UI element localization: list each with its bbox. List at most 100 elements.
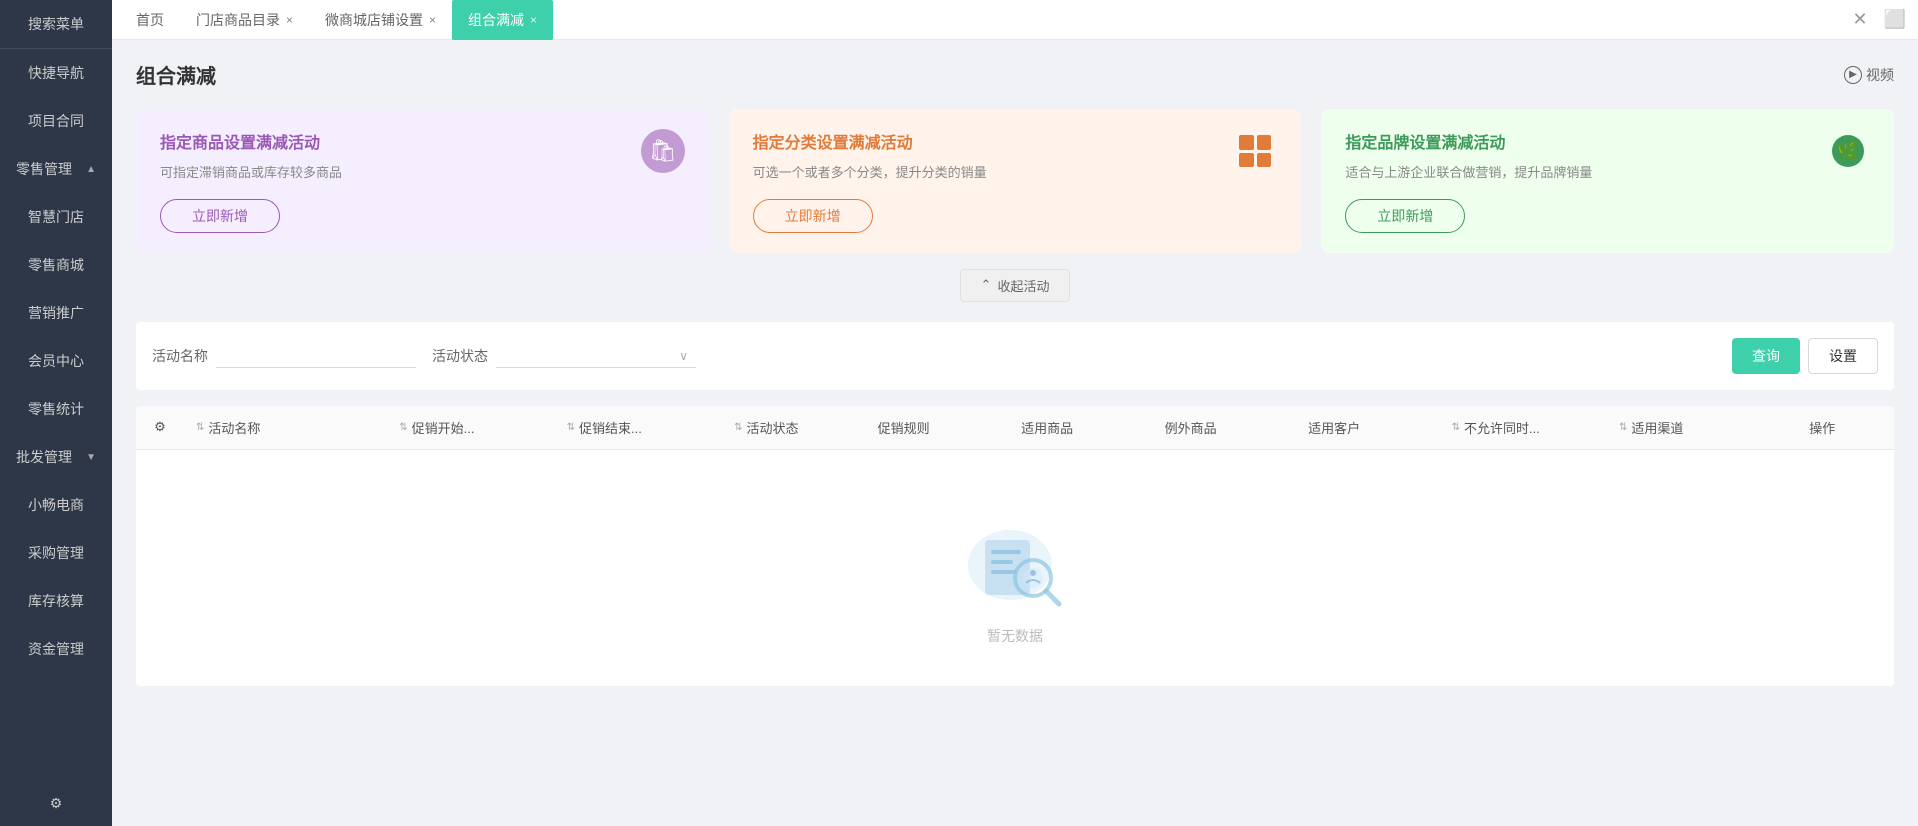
window-close-button[interactable]: ✕ [1848,9,1871,30]
th-label: 操作 [1809,418,1835,437]
tab-bar: 首页 门店商品目录 × 微商城店铺设置 × 组合满减 × ✕ ⬜ [112,0,1918,40]
sidebar-item-inventory[interactable]: 库存核算 [0,577,112,625]
leaf-icon: 🌿 [1832,135,1864,167]
gear-icon: ⚙ [154,419,166,435]
tab-close-icon[interactable]: × [530,0,537,40]
th-label: 适用客户 [1308,418,1360,437]
sidebar-item-marketing[interactable]: 营销推广 [0,289,112,337]
gear-icon: ⚙ [50,795,63,811]
content-area: 组合满减 ▶ 视频 🛍 指定商品设置满减活动 可指定滞销商品或库存较多商品 立即… [112,40,1918,826]
empty-state-icon [955,510,1075,610]
brand-card-icon: 🌿 [1826,129,1870,173]
video-label: 视频 [1866,65,1894,85]
sidebar-item-label: 会员中心 [28,351,84,371]
sidebar-item-label: 零售商城 [28,255,84,275]
th-promo-end[interactable]: ⇅ 促销结束... [555,418,722,437]
filter-name-input[interactable] [216,343,416,368]
category-card-add-button[interactable]: 立即新增 [753,199,873,233]
brand-card-title: 指定品牌设置满减活动 [1345,129,1870,153]
sidebar-item-project-contract[interactable]: 项目合同 [0,97,112,145]
tab-close-icon[interactable]: × [429,0,436,40]
tab-store-catalog[interactable]: 门店商品目录 × [180,0,309,40]
sidebar-item-label: 采购管理 [28,543,84,563]
product-promo-card: 🛍 指定商品设置满减活动 可指定滞销商品或库存较多商品 立即新增 [136,109,709,253]
query-button[interactable]: 查询 [1732,338,1800,374]
sidebar-search[interactable]: 搜索菜单 [0,0,112,49]
tab-label: 门店商品目录 [196,0,280,40]
chevron-up-icon: ▲ [86,164,96,175]
product-card-desc: 可指定滞销商品或库存较多商品 [160,163,685,183]
sidebar-item-xiaochang-ecom[interactable]: 小畅电商 [0,481,112,529]
filter-name-item: 活动名称 [152,343,416,368]
empty-state: 暂无数据 [136,450,1894,686]
page-title: 组合满减 [136,60,216,89]
sort-icon: ⇅ [734,422,742,433]
sidebar-settings[interactable]: ⚙ [0,781,112,826]
th-label: 不允许同时... [1464,418,1540,437]
sidebar-item-quick-nav[interactable]: 快捷导航 [0,49,112,97]
sidebar-item-label: 零售统计 [28,399,84,419]
category-promo-card: 指定分类设置满减活动 可选一个或者多个分类，提升分类的销量 立即新增 [729,109,1302,253]
category-card-desc: 可选一个或者多个分类，提升分类的销量 [753,163,1278,183]
th-actions: 操作 [1750,418,1894,437]
th-label: 促销开始... [412,418,475,437]
th-label: 例外商品 [1165,418,1217,437]
play-icon: ▶ [1844,66,1862,84]
th-customer: 适用客户 [1296,418,1440,437]
sidebar-item-finance-mgmt[interactable]: 资金管理 [0,625,112,673]
th-no-concurrent[interactable]: ⇅ 不允许同时... [1440,418,1607,437]
tab-wechat-store-settings[interactable]: 微商城店铺设置 × [309,0,452,40]
sidebar: 搜索菜单 快捷导航 项目合同 零售管理 ▲ 智慧门店 零售商城 营销推广 会员中… [0,0,112,826]
page-header: 组合满减 ▶ 视频 [136,60,1894,89]
product-card-title: 指定商品设置满减活动 [160,129,685,153]
tab-actions: ✕ ⬜ [1848,9,1910,30]
sort-icon: ⇅ [1619,422,1627,433]
sidebar-item-retail-stats[interactable]: 零售统计 [0,385,112,433]
tab-close-icon[interactable]: × [286,0,293,40]
sidebar-item-wholesale-mgmt[interactable]: 批发管理 ▼ [0,433,112,481]
sidebar-item-label: 小畅电商 [28,495,84,515]
th-label: 适用商品 [1021,418,1073,437]
sidebar-item-retail-mall[interactable]: 零售商城 [0,241,112,289]
th-label: 促销结束... [579,418,642,437]
sidebar-item-label: 库存核算 [28,591,84,611]
setting-button[interactable]: 设置 [1808,338,1878,374]
filter-name-label: 活动名称 [152,346,208,366]
sidebar-item-purchase-mgmt[interactable]: 采购管理 [0,529,112,577]
sidebar-item-smart-store[interactable]: 智慧门店 [0,193,112,241]
product-card-add-button[interactable]: 立即新增 [160,199,280,233]
th-status[interactable]: ⇅ 活动状态 [722,418,866,437]
th-rule: 促销规则 [866,418,1010,437]
promo-cards-row: 🛍 指定商品设置满减活动 可指定滞销商品或库存较多商品 立即新增 指定分类设置满… [136,109,1894,253]
filter-status-select-wrap: ∨ [496,343,696,368]
brand-card-add-button[interactable]: 立即新增 [1345,199,1465,233]
window-maximize-button[interactable]: ⬜ [1880,9,1910,30]
tab-combo-discount[interactable]: 组合满减 × [452,0,553,40]
th-goods: 适用商品 [1009,418,1153,437]
filter-row: 活动名称 活动状态 ∨ 查询 设置 [136,322,1894,390]
sidebar-item-label: 智慧门店 [28,207,84,227]
tab-home[interactable]: 首页 [120,0,180,40]
th-label: 活动状态 [746,418,798,437]
th-gear[interactable]: ⚙ [136,419,184,435]
th-promo-start[interactable]: ⇅ 促销开始... [387,418,554,437]
sidebar-item-label: 零售管理 [16,159,72,179]
collapse-row: ⌃ 收起活动 [136,269,1894,302]
sort-icon: ⇅ [196,422,204,433]
collapse-activities-button[interactable]: ⌃ 收起活动 [960,269,1071,302]
sidebar-item-retail-mgmt[interactable]: 零售管理 ▲ [0,145,112,193]
sidebar-item-member-center[interactable]: 会员中心 [0,337,112,385]
sidebar-item-label: 快捷导航 [28,63,84,83]
sidebar-item-label: 营销推广 [28,303,84,323]
th-channel[interactable]: ⇅ 适用渠道 [1607,418,1751,437]
th-name[interactable]: ⇅ 活动名称 [184,418,387,437]
sort-icon: ⇅ [1452,422,1460,433]
sort-icon: ⇅ [399,422,407,433]
th-label: 适用渠道 [1631,418,1683,437]
filter-status-select[interactable] [496,343,696,368]
th-exception: 例外商品 [1153,418,1297,437]
video-link[interactable]: ▶ 视频 [1844,65,1894,85]
main-area: 首页 门店商品目录 × 微商城店铺设置 × 组合满减 × ✕ ⬜ 组合满减 ▶ … [112,0,1918,826]
th-label: 活动名称 [208,418,260,437]
empty-state-text: 暂无数据 [987,626,1043,646]
